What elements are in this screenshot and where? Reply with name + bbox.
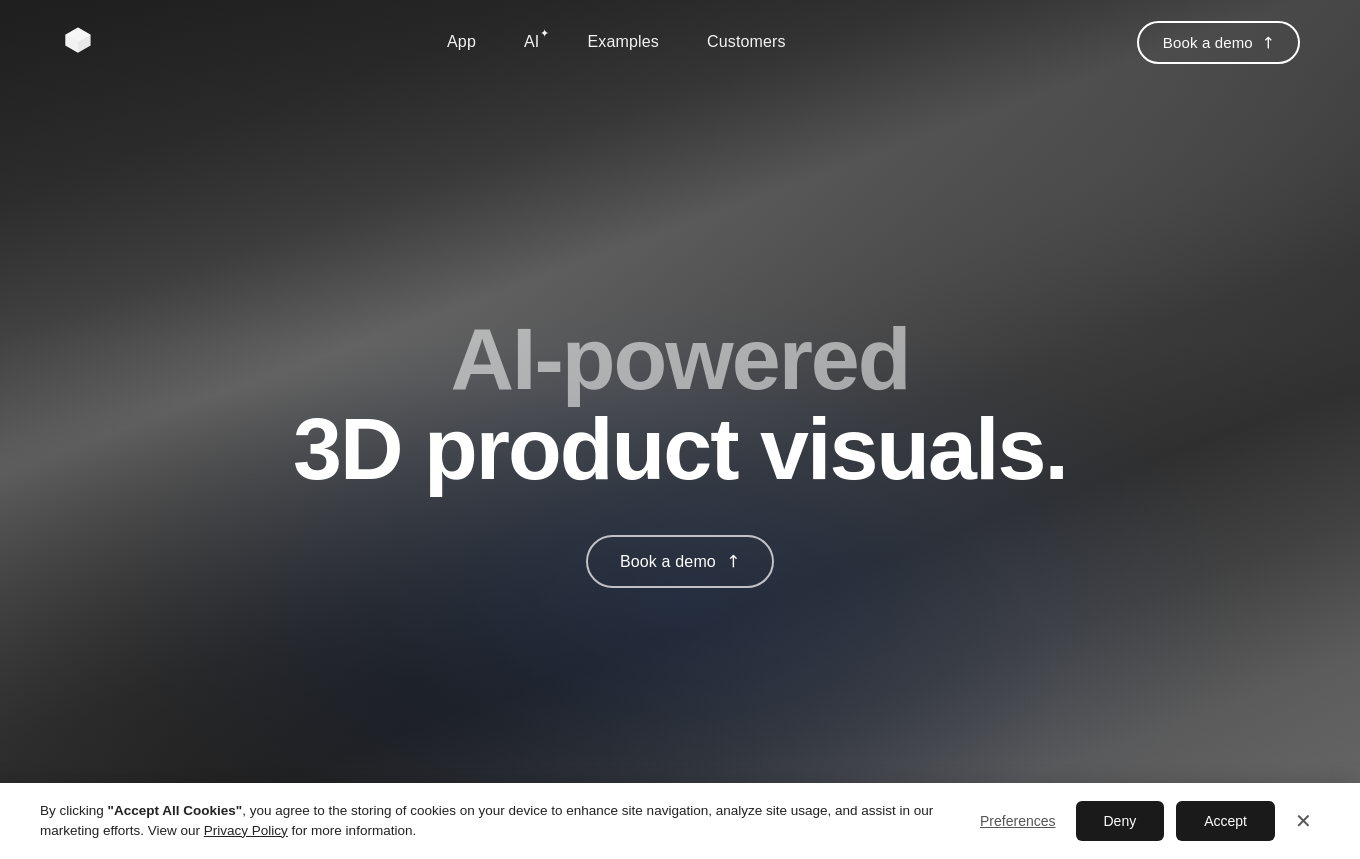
cookie-suffix-text: for more information. <box>288 823 416 838</box>
nav-item-ai[interactable]: AI ✦ <box>524 33 539 51</box>
nav-book-demo-button[interactable]: Book a demo ↗ <box>1137 21 1300 64</box>
nav-link-examples[interactable]: Examples <box>587 33 659 50</box>
external-link-icon: ↗ <box>1256 31 1279 54</box>
nav-item-customers[interactable]: Customers <box>707 33 786 51</box>
navbar: App AI ✦ Examples Customers Book a demo … <box>0 0 1360 84</box>
cookie-prefix: By clicking <box>40 803 108 818</box>
cookie-bold-text: "Accept All Cookies" <box>108 803 243 818</box>
nav-link-customers[interactable]: Customers <box>707 33 786 50</box>
nav-link-ai[interactable]: AI ✦ <box>524 33 539 51</box>
close-icon: ✕ <box>1295 810 1312 832</box>
logo-icon <box>60 24 96 60</box>
cookie-text: By clicking "Accept All Cookies", you ag… <box>40 801 952 842</box>
nav-links: App AI ✦ Examples Customers <box>447 33 786 51</box>
hero-cta-label: Book a demo <box>620 553 716 571</box>
nav-link-app[interactable]: App <box>447 33 476 50</box>
hero-content: AI-powered 3D product visuals. Book a de… <box>0 84 1360 859</box>
hero-headline-line1: AI-powered <box>450 315 909 403</box>
nav-item-app[interactable]: App <box>447 33 476 51</box>
cookie-close-button[interactable]: ✕ <box>1287 807 1320 835</box>
hero-cta-button[interactable]: Book a demo ↗ <box>586 535 774 588</box>
nav-item-examples[interactable]: Examples <box>587 33 659 51</box>
cookie-privacy-link[interactable]: Privacy Policy <box>204 823 288 838</box>
cookie-deny-button[interactable]: Deny <box>1076 801 1165 841</box>
cookie-preferences-button[interactable]: Preferences <box>972 813 1063 829</box>
nav-book-demo-label: Book a demo <box>1163 34 1253 51</box>
hero-section: App AI ✦ Examples Customers Book a demo … <box>0 0 1360 859</box>
cookie-banner: By clicking "Accept All Cookies", you ag… <box>0 783 1360 860</box>
logo[interactable] <box>60 24 96 60</box>
hero-headline-line2: 3D product visuals. <box>293 403 1067 495</box>
cookie-accept-button[interactable]: Accept <box>1176 801 1275 841</box>
ai-plus-badge: ✦ <box>540 27 549 40</box>
cookie-actions: Preferences Deny Accept ✕ <box>972 801 1320 841</box>
hero-cta-arrow-icon: ↗ <box>721 549 746 574</box>
